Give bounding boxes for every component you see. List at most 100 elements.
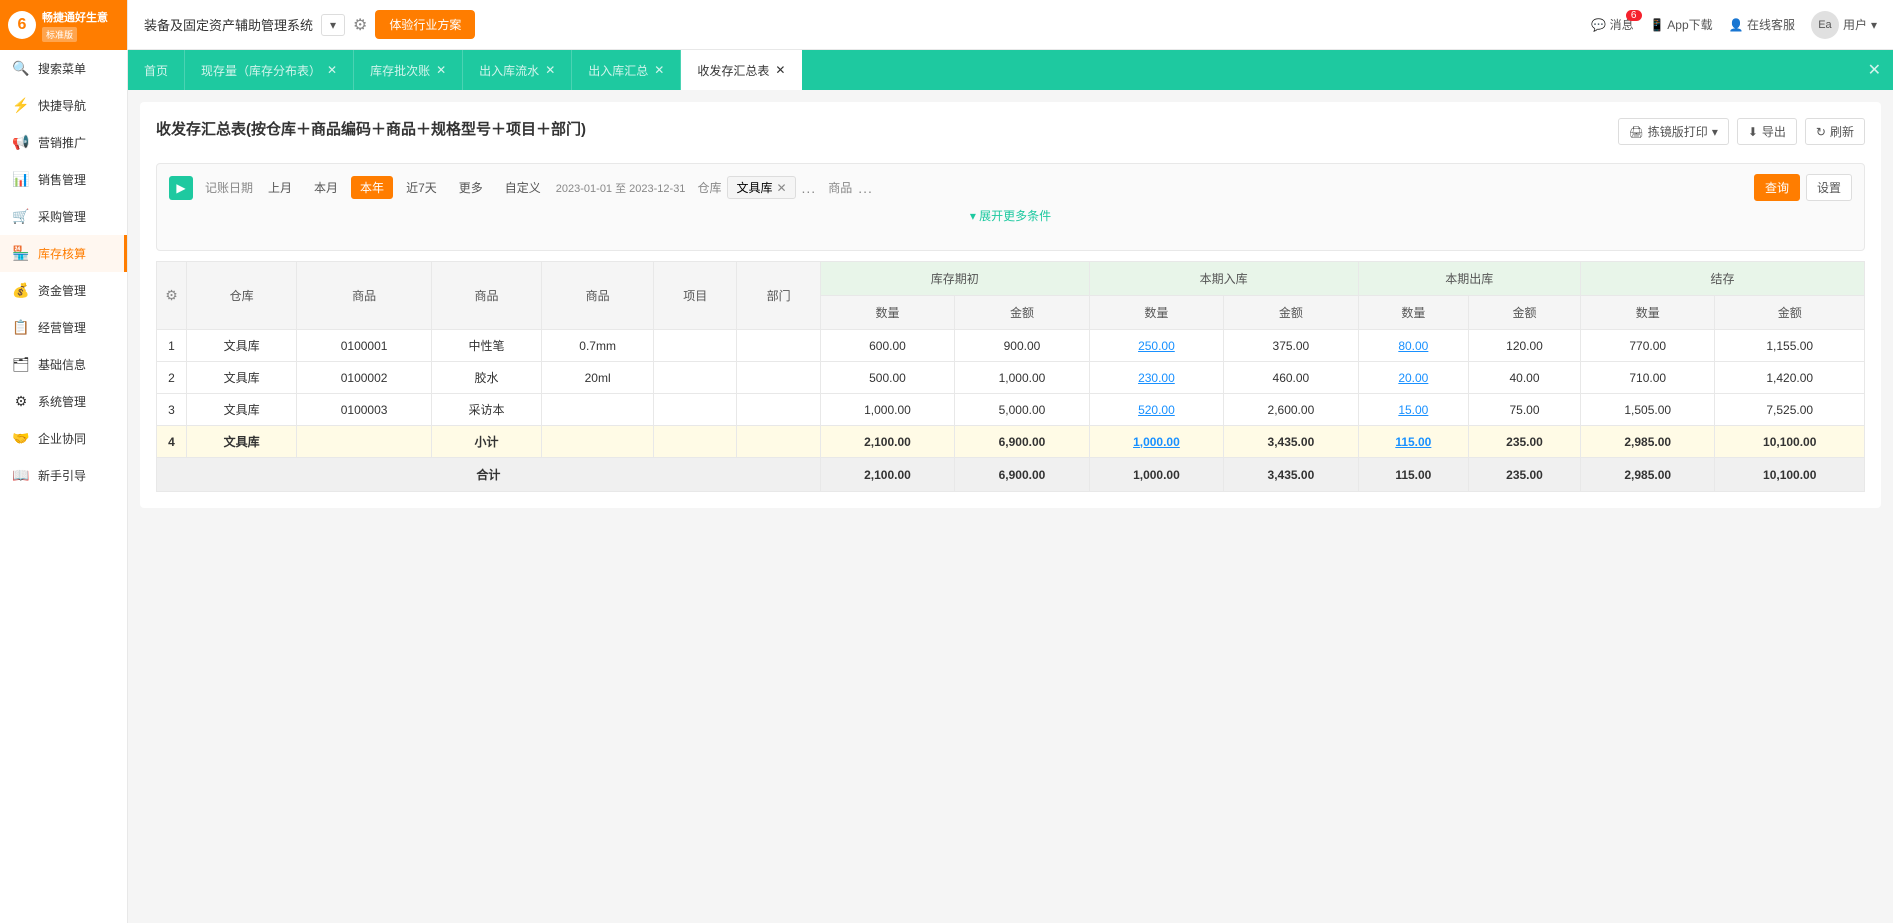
user-area[interactable]: Ea 用户 ▾ [1811,11,1877,39]
query-button[interactable]: 查询 [1754,174,1800,201]
date-btn-7days[interactable]: 近7天 [397,176,446,199]
row-in-qty[interactable]: 520.00 [1089,394,1223,426]
sidebar-item-enterprise[interactable]: 🤝 企业协同 [0,420,127,457]
row-in-qty[interactable]: 230.00 [1089,362,1223,394]
basic-icon: 🗂 [12,356,30,373]
tab-stock-dist[interactable]: 现存量（库存分布表） ✕ [185,50,354,90]
row-bal-amt: 1,420.00 [1715,362,1865,394]
sidebar-item-marketing[interactable]: 📢 营销推广 [0,124,127,161]
tab-home[interactable]: 首页 [128,50,185,90]
header-left: 装备及固定资产辅助管理系统 ▾ ⚙ 体验行业方案 [144,10,475,39]
app-download-btn[interactable]: 📱 App下载 [1650,16,1713,33]
tab-close-inout-flow[interactable]: ✕ [545,63,555,77]
col-bal-qty: 数量 [1580,296,1714,330]
sidebar-item-search[interactable]: 🔍 搜索菜单 [0,50,127,87]
expand-more-btn[interactable]: ▾ 展开更多条件 [970,207,1051,224]
newguide-icon: 📖 [12,467,30,484]
row-open-qty: 1,000.00 [820,394,954,426]
trial-button[interactable]: 体验行业方案 [375,10,475,39]
footer-in-amt: 3,435.00 [1224,458,1358,492]
sidebar-item-system[interactable]: ⚙ 系统管理 [0,383,127,420]
tab-close-stock-dist[interactable]: ✕ [327,63,337,77]
row-in-qty[interactable]: 250.00 [1089,330,1223,362]
date-btn-last-month[interactable]: 上月 [259,176,301,199]
tab-batch-ledger[interactable]: 库存批次账 ✕ [354,50,463,90]
date-btn-more[interactable]: 更多 [450,176,492,199]
sidebar-item-label: 快捷导航 [38,97,86,114]
row-out-qty[interactable]: 80.00 [1358,330,1468,362]
filter-collapse-btn[interactable]: ▶ [169,176,193,200]
date-btn-custom[interactable]: 自定义 [496,176,550,199]
sidebar-item-finance[interactable]: 💰 资金管理 [0,272,127,309]
export-button[interactable]: ⬇ 导出 [1737,118,1797,145]
row-name: 采访本 [431,394,541,426]
row-project [654,362,737,394]
col-group-in: 本期入库 [1089,262,1358,296]
warehouse-tag-close[interactable]: ✕ [776,181,786,195]
settings-button[interactable]: 设置 [1806,174,1852,201]
message-btn[interactable]: 💬 6 消息 [1591,16,1633,33]
tab-close-recv-send-summary[interactable]: ✕ [775,63,785,77]
close-all-tabs[interactable]: ✕ [1856,60,1893,80]
main-area: 装备及固定资产辅助管理系统 ▾ ⚙ 体验行业方案 💬 6 消息 📱 App下载 … [128,0,1893,923]
system-dropdown[interactable]: ▾ [321,14,345,36]
tab-inout-summary[interactable]: 出入库汇总 ✕ [572,50,681,90]
tabs-bar: 首页 现存量（库存分布表） ✕ 库存批次账 ✕ 出入库流水 ✕ 出入库汇总 ✕ … [128,50,1893,90]
tab-inout-flow[interactable]: 出入库流水 ✕ [463,50,572,90]
goods-more-dots[interactable]: ... [858,180,873,196]
row-dept [737,330,820,362]
date-btn-this-year[interactable]: 本年 [351,176,393,199]
table-row: 3文具库0100003采访本1,000.005,000.00520.002,60… [157,394,1865,426]
row-out-qty[interactable]: 20.00 [1358,362,1468,394]
gear-icon[interactable]: ⚙ [353,15,367,35]
print-button[interactable]: 🖨 拣镜版打印 ▾ [1618,118,1729,145]
sidebar-item-sales[interactable]: 📊 销售管理 [0,161,127,198]
top-header: 装备及固定资产辅助管理系统 ▾ ⚙ 体验行业方案 💬 6 消息 📱 App下载 … [128,0,1893,50]
sidebar-item-purchase[interactable]: 🛒 采购管理 [0,198,127,235]
refresh-button[interactable]: ↻ 刷新 [1805,118,1865,145]
finance-icon: 💰 [12,282,30,299]
row-bal-qty: 2,985.00 [1580,426,1714,458]
sidebar: 6 畅捷通好生意 标准版 🔍 搜索菜单 ⚡ 快捷导航 📢 营销推广 📊 销售管理… [0,0,128,923]
sidebar-item-quicknav[interactable]: ⚡ 快捷导航 [0,87,127,124]
row-no: 4 [157,426,187,458]
sidebar-item-inventory[interactable]: 🏪 库存核算 [0,235,127,272]
col-in-qty: 数量 [1089,296,1223,330]
date-range: 2023-01-01 至 2023-12-31 [556,180,686,196]
avatar: Ea [1811,11,1839,39]
tab-close-batch-ledger[interactable]: ✕ [436,63,446,77]
row-out-qty[interactable]: 115.00 [1358,426,1468,458]
warehouse-filter: 仓库 文具库 ✕ ... [697,176,816,199]
footer-out-amt: 235.00 [1469,458,1581,492]
operations-icon: 📋 [12,319,30,336]
row-open-qty: 600.00 [820,330,954,362]
row-in-amt: 2,600.00 [1224,394,1358,426]
date-btn-this-month[interactable]: 本月 [305,176,347,199]
tab-close-inout-summary[interactable]: ✕ [654,63,664,77]
sidebar-item-basic[interactable]: 🗂 基础信息 [0,346,127,383]
system-icon: ⚙ [12,393,30,410]
online-service-btn[interactable]: 👤 在线客服 [1729,16,1795,33]
row-dept [737,362,820,394]
warehouse-tag[interactable]: 文具库 ✕ [727,176,795,199]
table-settings-icon[interactable]: ⚙ [165,287,178,303]
sidebar-item-newguide[interactable]: 📖 新手引导 [0,457,127,494]
tab-recv-send-summary[interactable]: 收发存汇总表 ✕ [681,50,802,90]
table-row: 2文具库0100002胶水20ml500.001,000.00230.00460… [157,362,1865,394]
sidebar-item-operations[interactable]: 📋 经营管理 [0,309,127,346]
inventory-icon: 🏪 [12,245,30,262]
date-filter: 记账日期 上月 本月 本年 近7天 更多 自定义 2023-01-01 至 20… [205,176,685,199]
goods-filter: 商品 ... [828,179,873,196]
row-in-qty[interactable]: 1,000.00 [1089,426,1223,458]
goods-label: 商品 [828,179,852,196]
table-row: 1文具库0100001中性笔0.7mm600.00900.00250.00375… [157,330,1865,362]
row-in-amt: 460.00 [1224,362,1358,394]
row-out-amt: 40.00 [1469,362,1581,394]
row-out-qty[interactable]: 15.00 [1358,394,1468,426]
sidebar-item-label: 搜索菜单 [38,60,86,77]
message-icon: 💬 [1591,18,1606,32]
system-title: 装备及固定资产辅助管理系统 [144,15,313,34]
sidebar-item-label: 资金管理 [38,282,86,299]
warehouse-more-dots[interactable]: ... [802,180,817,196]
table-footer: 合计 2,100.00 6,900.00 1,000.00 3,435.00 1… [157,458,1865,492]
